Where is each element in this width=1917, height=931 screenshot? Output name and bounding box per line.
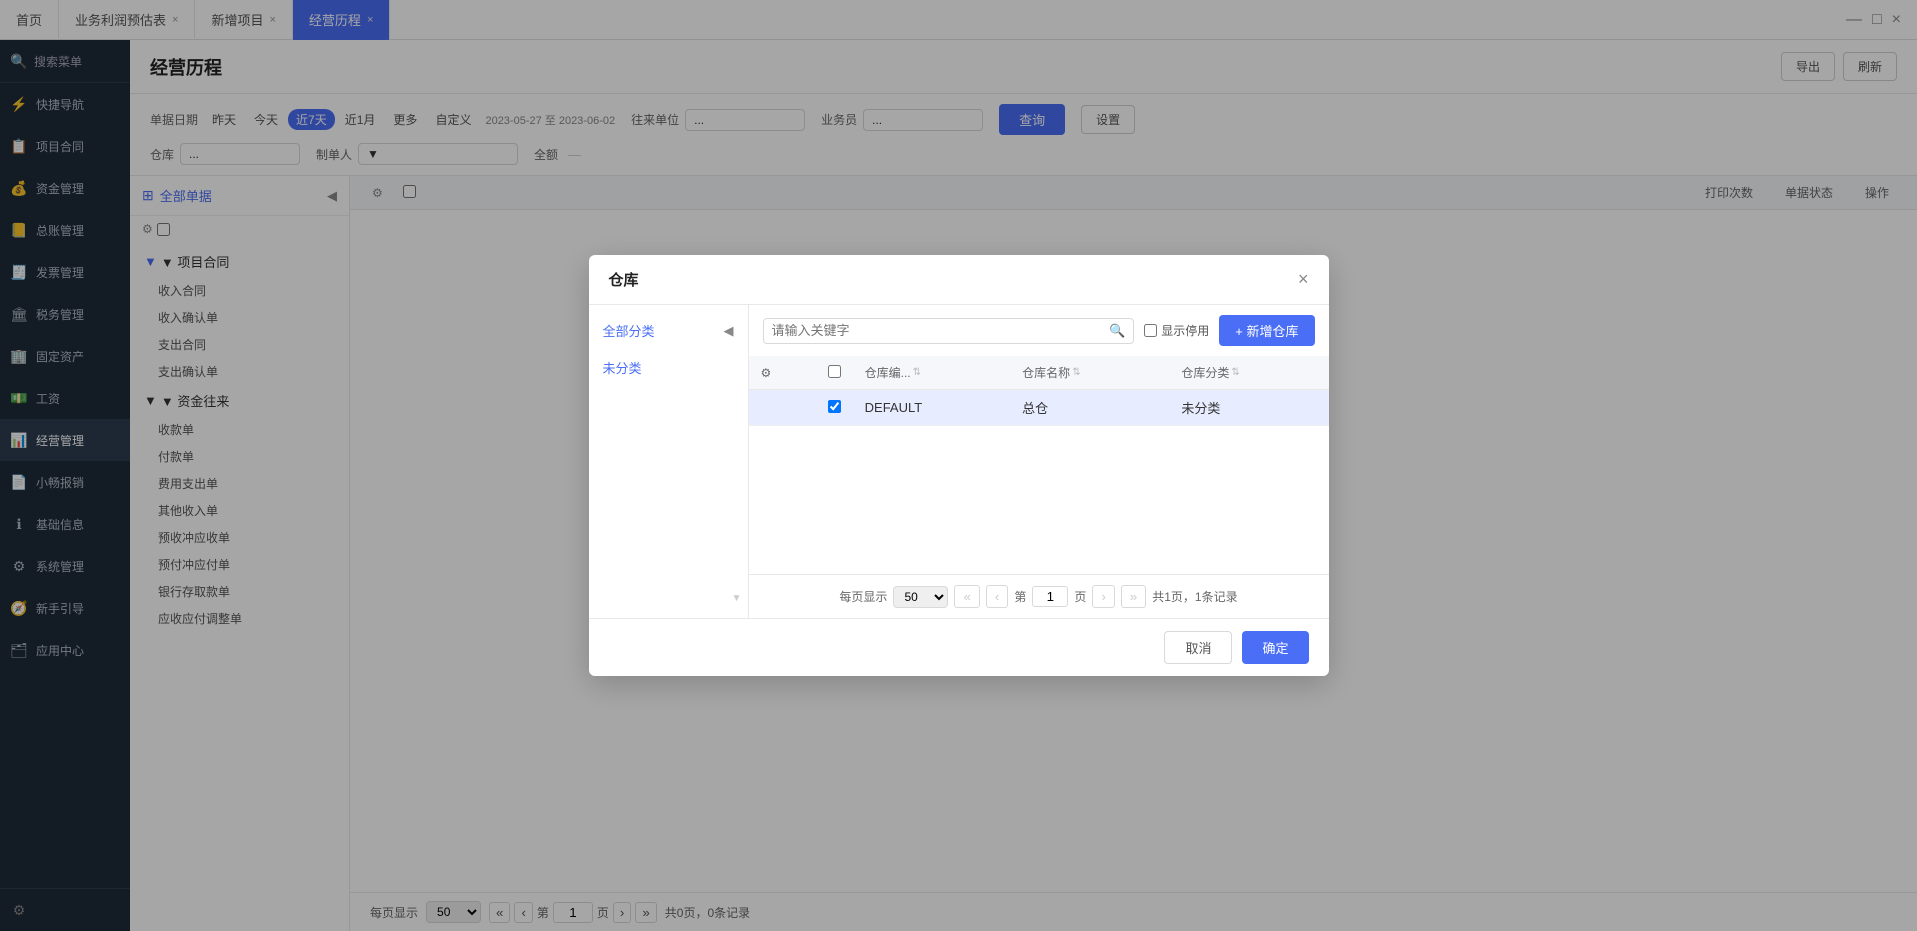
modal-body: 全部分类 ◀ 未分类 ▼ 🔍: [589, 305, 1329, 618]
row-code-cell: DEFAULT: [853, 390, 1011, 426]
table-code-th[interactable]: 仓库编... ⇅: [853, 356, 1011, 390]
search-icon: 🔍: [1109, 323, 1125, 339]
name-sort-icon: ⇅: [1072, 367, 1080, 378]
row-checkbox-cell: [816, 390, 853, 426]
row-checkbox[interactable]: [828, 400, 841, 413]
table-checkbox-th: [816, 356, 853, 390]
modal-close-btn[interactable]: ×: [1298, 269, 1309, 290]
table-settings-th[interactable]: ⚙: [749, 356, 816, 390]
modal-left-scroll-indicator: ▼: [589, 585, 748, 608]
category-sort-icon: ⇅: [1231, 367, 1239, 378]
modal-next-btn[interactable]: ›: [1092, 585, 1114, 608]
modal-collapse-icon[interactable]: ◀: [724, 323, 734, 339]
modal-toolbar: 🔍 显示停用 + 新增仓库: [749, 305, 1329, 356]
modal-prev-btn[interactable]: ‹: [986, 585, 1008, 608]
modal-per-page-select[interactable]: 50 100: [893, 586, 948, 608]
modal-search-input[interactable]: [772, 323, 1104, 338]
modal-page-label: 第: [1014, 588, 1026, 605]
row-name-cell: 总仓: [1010, 390, 1169, 426]
modal-page-input[interactable]: [1032, 586, 1068, 607]
table-row[interactable]: DEFAULT 总仓 未分类: [749, 390, 1329, 426]
confirm-btn[interactable]: 确定: [1242, 631, 1308, 664]
modal-per-page-label: 每页显示: [839, 588, 887, 605]
cancel-btn[interactable]: 取消: [1164, 631, 1232, 664]
table-category-th[interactable]: 仓库分类 ⇅: [1169, 356, 1328, 390]
modal-title: 仓库: [609, 269, 639, 290]
modal-right-content: 🔍 显示停用 + 新增仓库 ⚙: [749, 305, 1329, 618]
show-disabled-label: 显示停用: [1144, 322, 1209, 339]
modal-page-end: 页: [1074, 588, 1086, 605]
table-name-th[interactable]: 仓库名称 ⇅: [1010, 356, 1169, 390]
modal-table: ⚙ 仓库编... ⇅: [749, 356, 1329, 426]
modal-first-btn[interactable]: «: [954, 585, 979, 608]
table-select-all[interactable]: [828, 365, 841, 378]
row-category-cell: 未分类: [1169, 390, 1328, 426]
modal-total-label: 共1页，1条记录: [1152, 588, 1237, 605]
modal-search-box[interactable]: 🔍: [763, 318, 1135, 344]
modal-overlay: 仓库 × 全部分类 ◀ 未分类 ▼: [0, 0, 1917, 931]
modal-header: 仓库 ×: [589, 255, 1329, 305]
modal-category-uncategorized[interactable]: 未分类: [589, 350, 748, 385]
row-settings-cell: [749, 390, 816, 426]
modal-all-category[interactable]: 全部分类: [603, 321, 655, 340]
show-disabled-checkbox[interactable]: [1144, 324, 1157, 337]
modal-table-wrap: ⚙ 仓库编... ⇅: [749, 356, 1329, 574]
modal-last-btn[interactable]: »: [1121, 585, 1146, 608]
add-warehouse-btn[interactable]: + 新增仓库: [1219, 315, 1314, 346]
modal-left-header: 全部分类 ◀: [589, 315, 748, 350]
code-sort-icon: ⇅: [913, 367, 921, 378]
modal-footer: 取消 确定: [589, 618, 1329, 676]
modal-pagination: 每页显示 50 100 « ‹ 第 页 › » 共1页，1条记录: [749, 574, 1329, 618]
modal-left-panel: 全部分类 ◀ 未分类 ▼: [589, 305, 749, 618]
warehouse-modal: 仓库 × 全部分类 ◀ 未分类 ▼: [589, 255, 1329, 676]
